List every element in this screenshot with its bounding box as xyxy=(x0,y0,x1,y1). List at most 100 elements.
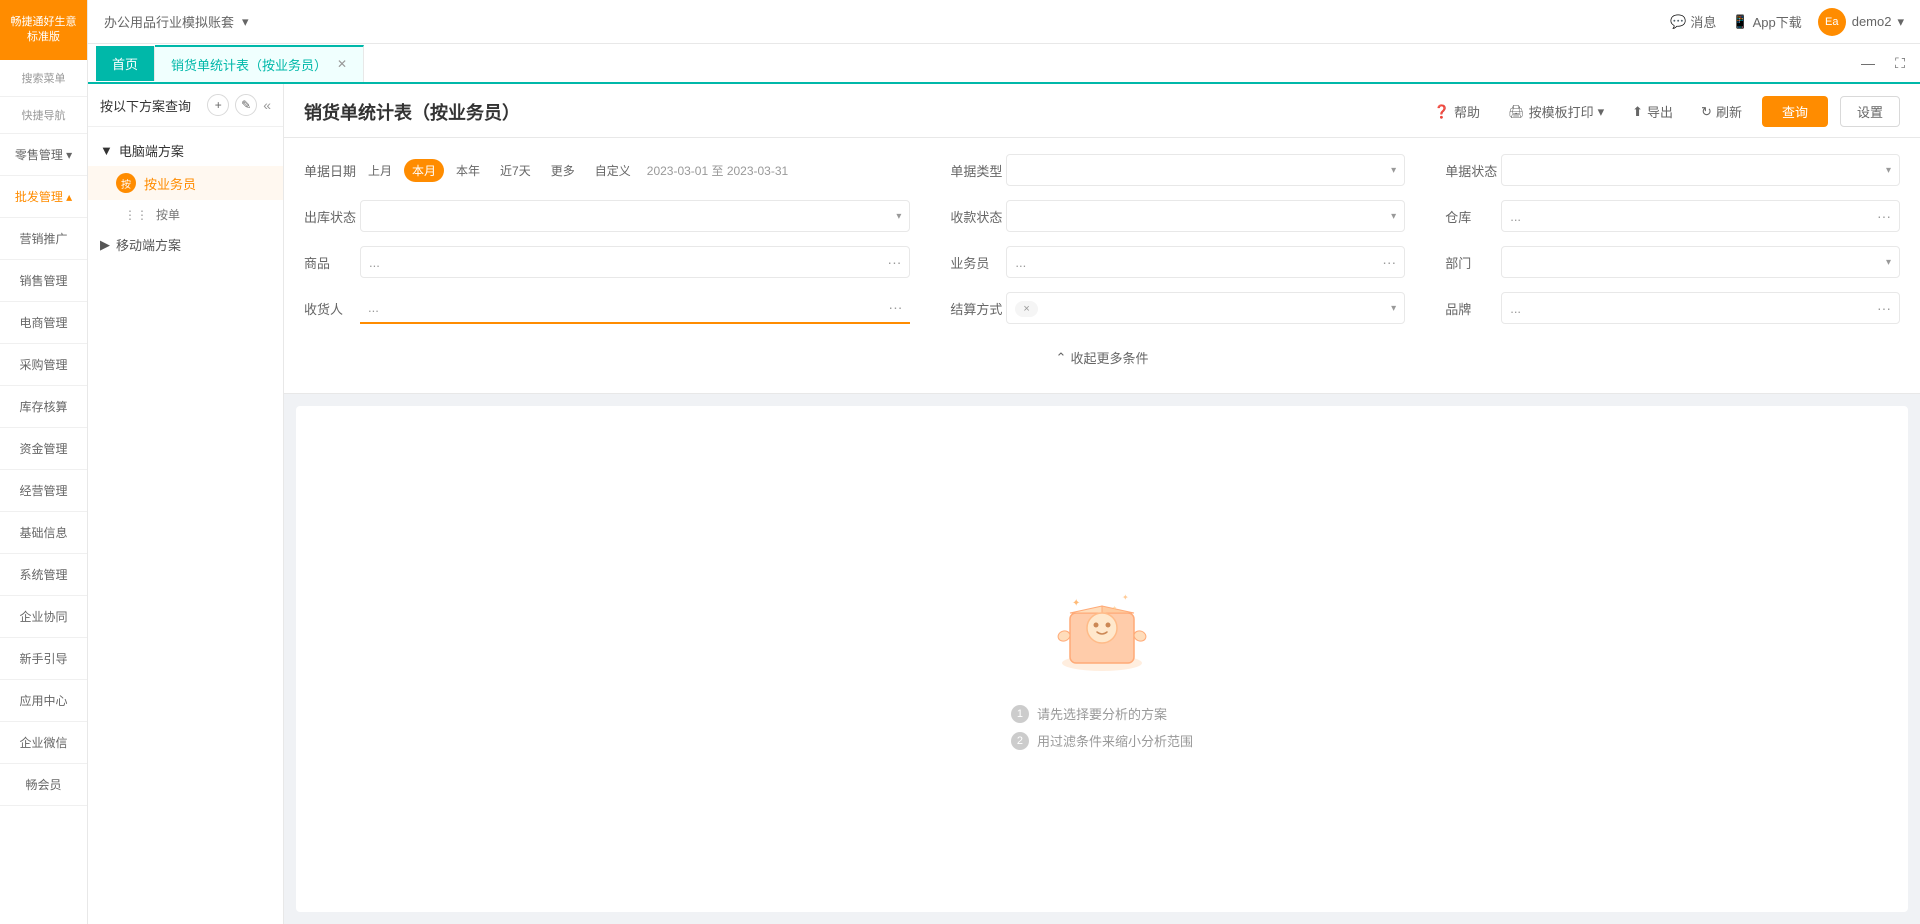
edit-scheme-btn[interactable]: ✎ xyxy=(235,94,257,116)
tip-text-2: 用过滤条件来缩小分析范围 xyxy=(1037,731,1193,750)
query-btn[interactable]: 查询 xyxy=(1762,96,1828,127)
tip-num-2: 2 xyxy=(1011,732,1029,750)
settle-tag-x[interactable]: × xyxy=(1023,303,1029,315)
dept-input[interactable]: ▾ xyxy=(1501,246,1900,278)
sidebar-item-enterprise[interactable]: 企业协同 xyxy=(0,596,87,638)
date-tab-this-month[interactable]: 本月 xyxy=(404,159,444,182)
goods-placeholder: ... xyxy=(369,255,380,270)
tab-home-label: 首页 xyxy=(112,54,138,73)
collapse-conditions-btn[interactable]: ⌃ 收起更多条件 xyxy=(304,338,1900,377)
warehouse-input[interactable]: ... ··· xyxy=(1501,200,1900,232)
sidebar-item-sales[interactable]: 销售管理 xyxy=(0,260,87,302)
sidebar-item-newguide[interactable]: 新手引导 xyxy=(0,638,87,680)
settle-input[interactable]: × ▾ xyxy=(1006,292,1405,324)
sidebar-item-wecom[interactable]: 企业微信 xyxy=(0,722,87,764)
sidebar-item-ecommerce[interactable]: 电商管理 xyxy=(0,302,87,344)
date-tab-7days[interactable]: 近7天 xyxy=(492,159,539,182)
goods-input[interactable]: ... ··· xyxy=(360,246,910,278)
template-print-arrow: ▾ xyxy=(1598,104,1605,120)
sidebar-item-finance[interactable]: 资金管理 xyxy=(0,428,87,470)
scheme-item-by-staff[interactable]: 按 按业务员 xyxy=(88,166,283,200)
help-btn[interactable]: ❓ 帮助 xyxy=(1426,98,1488,125)
sidebar-item-basic[interactable]: 基础信息 xyxy=(0,512,87,554)
sidebar-item-search[interactable]: 搜索菜单 xyxy=(0,60,87,97)
tab-bar: 首页 销货单统计表（按业务员） ✕ — ⛶ xyxy=(88,44,1920,84)
warehouse-dots[interactable]: ··· xyxy=(1877,208,1891,224)
header-left: 办公用品行业模拟账套 ▾ xyxy=(104,12,249,31)
app-download-btn[interactable]: 📱 App下载 xyxy=(1732,12,1801,31)
svg-text:✦: ✦ xyxy=(1112,605,1117,612)
edit-icon: ✎ xyxy=(241,98,251,112)
tab-home[interactable]: 首页 xyxy=(96,46,155,81)
pay-status-arrow: ▾ xyxy=(1391,211,1396,222)
sidebar-item-wholesale[interactable]: 批发管理 ▴ xyxy=(0,176,87,218)
collapse-label: 收起更多条件 xyxy=(1070,348,1148,367)
settle-arrow: ▾ xyxy=(1391,303,1396,314)
tab-close-icon[interactable]: ✕ xyxy=(337,57,347,71)
goods-dots[interactable]: ··· xyxy=(887,254,901,270)
filter-warehouse: 仓库 ... ··· xyxy=(1445,200,1900,232)
tab-fullscreen-btn[interactable]: ⛶ xyxy=(1888,51,1912,75)
export-icon: ⬆ xyxy=(1632,104,1643,120)
app-download-label: App下载 xyxy=(1753,12,1802,31)
account-name[interactable]: 办公用品行业模拟账套 xyxy=(104,12,234,31)
filter-pay-status: 收款状态 ▾ xyxy=(950,200,1405,232)
user-profile-btn[interactable]: Ea demo2 ▾ xyxy=(1818,8,1904,36)
left-panel: 按以下方案查询 + ✎ « ▼ 电脑端方案 按 xyxy=(88,84,284,924)
sidebar-item-vip[interactable]: 畅会员 xyxy=(0,764,87,806)
filter-dept: 部门 ▾ xyxy=(1445,246,1900,278)
sidebar-item-marketing[interactable]: 营销推广 xyxy=(0,218,87,260)
filter-row-1: 单据日期 上月 本月 本年 近7天 更多 自定义 2023-03-01 至 20… xyxy=(304,154,1900,186)
receiver-input[interactable]: ... ··· xyxy=(360,292,910,324)
doc-status-input[interactable]: ▾ xyxy=(1501,154,1900,186)
date-tab-this-year[interactable]: 本年 xyxy=(448,159,488,182)
receiver-label: 收货人 xyxy=(304,299,360,318)
add-icon: + xyxy=(215,98,222,112)
tab-salesstat[interactable]: 销货单统计表（按业务员） ✕ xyxy=(155,45,364,82)
sidebar-item-shortcut[interactable]: 快捷导航 xyxy=(0,97,87,134)
warehouse-placeholder: ... xyxy=(1510,209,1521,224)
sidebar-item-inventory[interactable]: 库存核算 xyxy=(0,386,87,428)
desktop-scheme-section: ▼ 电脑端方案 按 按业务员 ⋮⋮ 按单 ▶ 移动端方案 xyxy=(88,127,283,268)
receiver-dots[interactable]: ··· xyxy=(888,299,902,315)
doc-type-input[interactable]: ▾ xyxy=(1006,154,1405,186)
date-tab-custom[interactable]: 自定义 xyxy=(587,159,639,182)
settings-btn[interactable]: 设置 xyxy=(1840,96,1900,127)
filter-brand: 品牌 ... ··· xyxy=(1445,292,1900,324)
account-dropdown-arrow[interactable]: ▾ xyxy=(242,14,249,30)
sidebar-item-purchase[interactable]: 采购管理 xyxy=(0,344,87,386)
sidebar-item-appcenter[interactable]: 应用中心 xyxy=(0,680,87,722)
pay-status-input[interactable]: ▾ xyxy=(1006,200,1405,232)
desktop-scheme-header[interactable]: ▼ 电脑端方案 xyxy=(88,135,283,166)
staff-dots[interactable]: ··· xyxy=(1382,254,1396,270)
collapse-panel-btn[interactable]: « xyxy=(263,97,271,113)
filter-doc-status: 单据状态 ▾ xyxy=(1445,154,1900,186)
brand-dots[interactable]: ··· xyxy=(1877,300,1891,316)
left-panel-actions: + ✎ « xyxy=(207,94,271,116)
out-status-input[interactable]: ▾ xyxy=(360,200,910,232)
sidebar-item-operations[interactable]: 经营管理 xyxy=(0,470,87,512)
empty-tips: 1 请先选择要分析的方案 2 用过滤条件来缩小分析范围 xyxy=(1011,704,1193,750)
settle-clear-tag: × xyxy=(1015,300,1037,317)
sidebar-item-system[interactable]: 系统管理 xyxy=(0,554,87,596)
template-print-btn[interactable]: 🖨 按模板打印 ▾ xyxy=(1500,98,1612,125)
brand-input[interactable]: ... ··· xyxy=(1501,292,1900,324)
desktop-scheme-label: 电脑端方案 xyxy=(119,141,184,160)
date-tab-more[interactable]: 更多 xyxy=(543,159,583,182)
staff-input[interactable]: ... ··· xyxy=(1006,246,1405,278)
scheme-sub-item-by-order[interactable]: ⋮⋮ 按单 xyxy=(88,200,283,229)
filter-goods: 商品 ... ··· xyxy=(304,246,910,278)
message-btn[interactable]: 💬 消息 xyxy=(1670,12,1716,31)
tab-minimize-btn[interactable]: — xyxy=(1856,51,1880,75)
sidebar-item-retail[interactable]: 零售管理 ▾ xyxy=(0,134,87,176)
export-btn[interactable]: ⬆ 导出 xyxy=(1624,98,1681,125)
settle-tag[interactable]: × xyxy=(1015,301,1037,317)
scheme-sub-icon: ⋮⋮ xyxy=(124,208,148,222)
refresh-btn[interactable]: ↻ 刷新 xyxy=(1693,98,1750,125)
date-tab-last-month[interactable]: 上月 xyxy=(360,159,400,182)
empty-tip-2: 2 用过滤条件来缩小分析范围 xyxy=(1011,731,1193,750)
add-scheme-btn[interactable]: + xyxy=(207,94,229,116)
mobile-scheme-header[interactable]: ▶ 移动端方案 xyxy=(88,229,283,260)
main-area: 办公用品行业模拟账套 ▾ 💬 消息 📱 App下载 Ea demo2 ▾ 首 xyxy=(88,0,1920,924)
doc-status-label: 单据状态 xyxy=(1445,161,1501,180)
